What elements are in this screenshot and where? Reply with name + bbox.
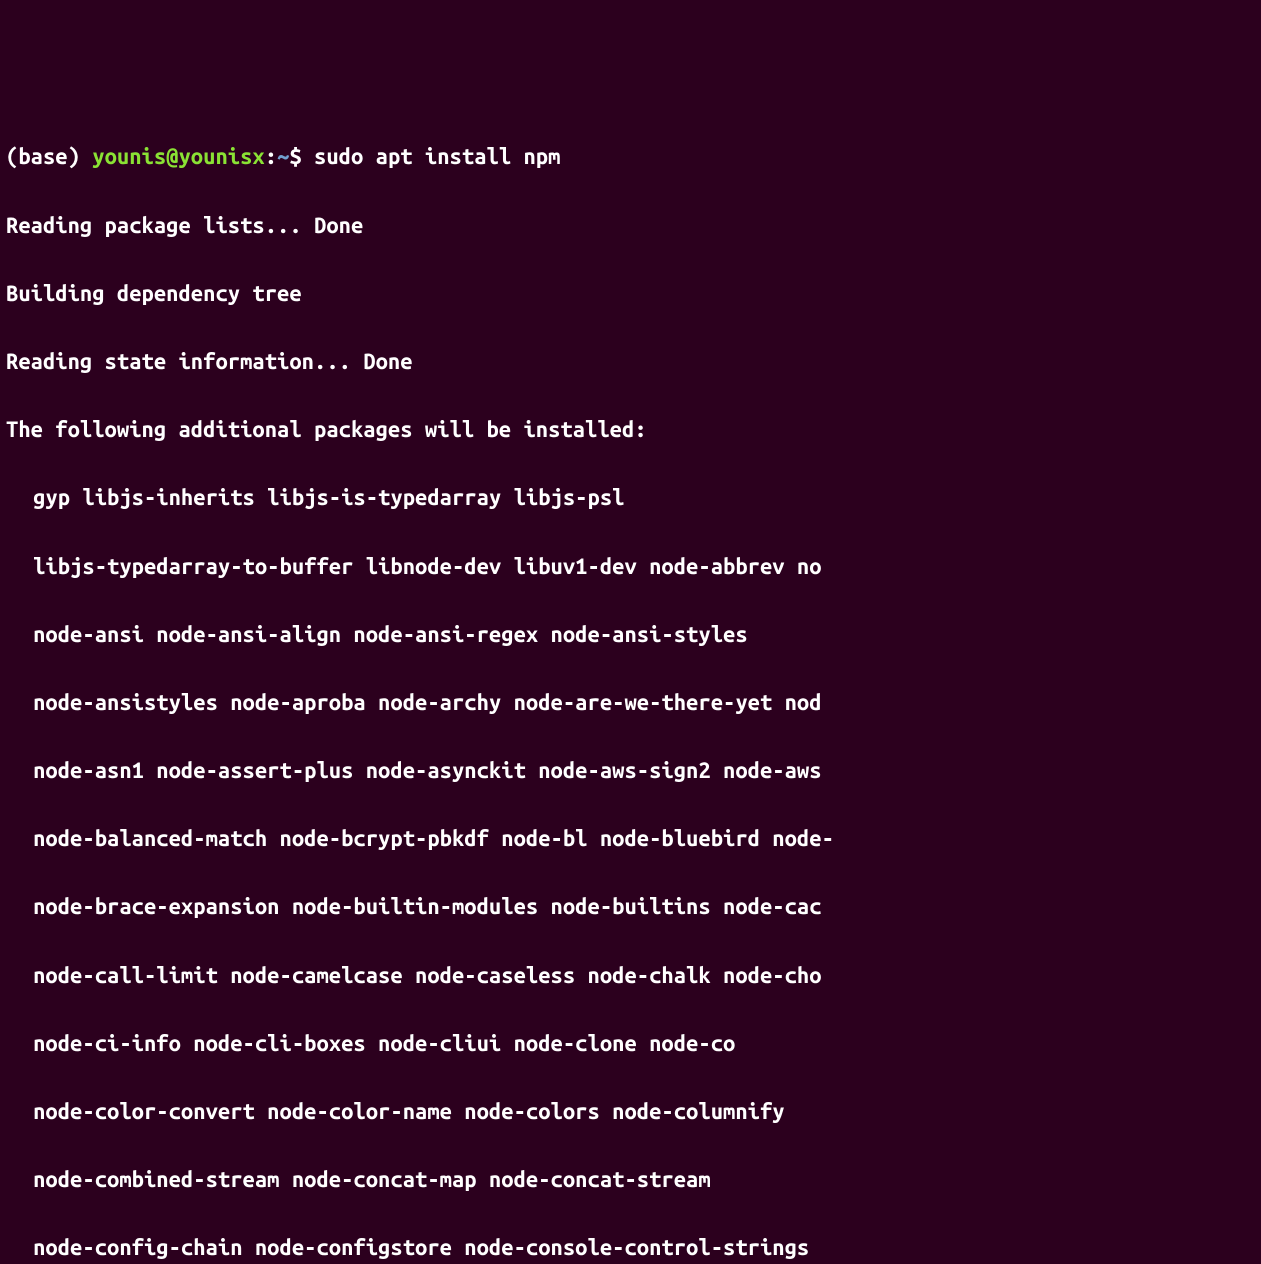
package-list-line: node-config-chain node-configstore node-…: [6, 1231, 1255, 1264]
package-list-line: node-color-convert node-color-name node-…: [6, 1095, 1255, 1129]
package-list-line: node-balanced-match node-bcrypt-pbkdf no…: [6, 822, 1255, 856]
package-list-line: node-ansistyles node-aproba node-archy n…: [6, 686, 1255, 720]
package-list-line: libjs-typedarray-to-buffer libnode-dev l…: [6, 550, 1255, 584]
prompt-separator: :: [265, 144, 277, 169]
package-list-line: node-brace-expansion node-builtin-module…: [6, 890, 1255, 924]
package-list-line: node-ansi node-ansi-align node-ansi-rege…: [6, 618, 1255, 652]
output-additional-packages: The following additional packages will b…: [6, 413, 1255, 447]
output-reading-lists: Reading package lists... Done: [6, 209, 1255, 243]
output-reading-state: Reading state information... Done: [6, 345, 1255, 379]
typed-command: sudo apt install npm: [314, 144, 560, 169]
command-prompt-line[interactable]: (base) younis@younisx:~$ sudo apt instal…: [6, 140, 1255, 174]
package-list-line: node-asn1 node-assert-plus node-asynckit…: [6, 754, 1255, 788]
package-list-line: node-ci-info node-cli-boxes node-cliui n…: [6, 1027, 1255, 1061]
output-building-tree: Building dependency tree: [6, 277, 1255, 311]
prompt-dollar: $: [289, 144, 314, 169]
package-list-line: gyp libjs-inherits libjs-is-typedarray l…: [6, 481, 1255, 515]
cwd-path: ~: [277, 144, 289, 169]
package-list-line: node-combined-stream node-concat-map nod…: [6, 1163, 1255, 1197]
package-list-line: node-call-limit node-camelcase node-case…: [6, 959, 1255, 993]
conda-env: (base): [6, 144, 92, 169]
user-host: younis@younisx: [92, 144, 264, 169]
